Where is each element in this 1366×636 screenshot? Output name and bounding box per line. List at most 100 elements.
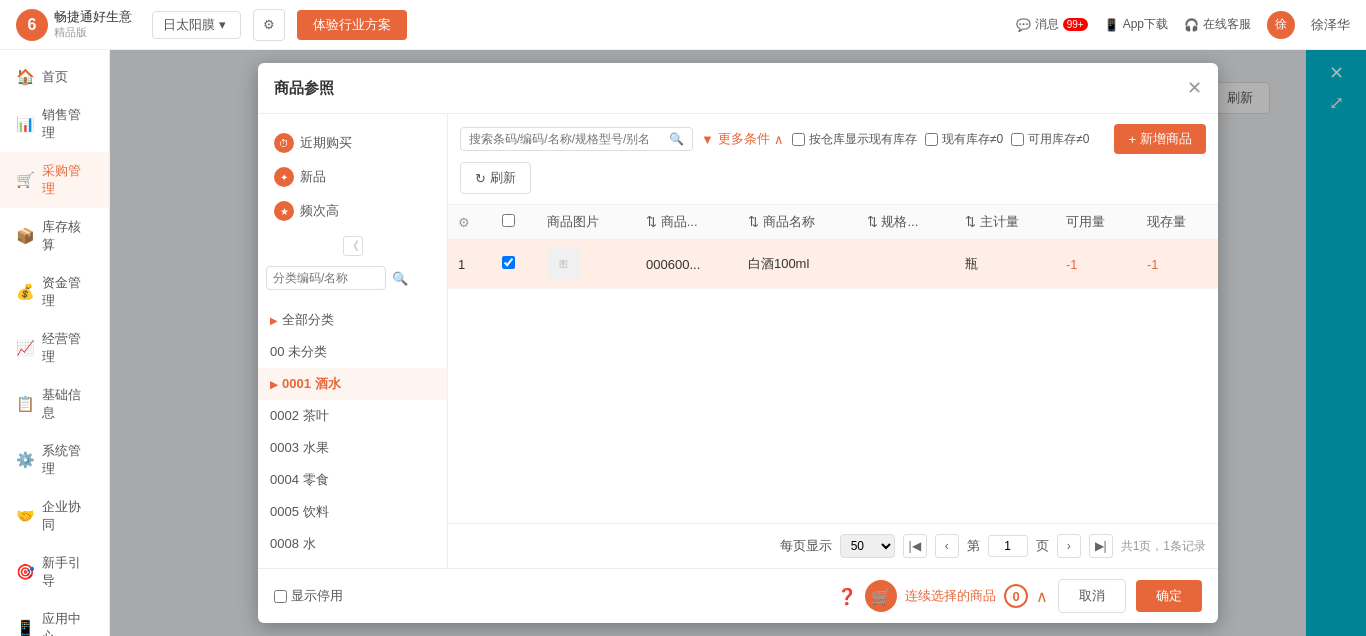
th-code[interactable]: ⇅ 商品... (636, 205, 738, 240)
stock-not-zero-checkbox[interactable] (925, 133, 938, 146)
sidebar-item-app[interactable]: 📱 应用中心 (0, 600, 109, 636)
chevron-down-icon: ▾ (219, 17, 226, 32)
quick-item-frequent[interactable]: ★ 频次高 (266, 194, 439, 228)
modal-header: 商品参照 ✕ (258, 63, 1218, 114)
th-stock: 现存量 (1137, 205, 1218, 240)
content-area: 查询 设置 刷新 ✕ ⤢ 商品参照 ✕ (110, 50, 1366, 636)
sidebar-item-finance[interactable]: 💰 资金管理 (0, 264, 109, 320)
cat-0008-label: 0008 水 (270, 535, 316, 553)
cat-0005-label: 0005 饮料 (270, 503, 329, 521)
table-row[interactable]: 1 图 (448, 240, 1218, 289)
refresh-icon: ↻ (475, 171, 486, 186)
cat-item-0003[interactable]: 0003 水果 (258, 432, 447, 464)
modal-close-icon[interactable]: ✕ (1187, 77, 1202, 99)
products-table: ⚙ 商品图片 ⇅ 商品... ⇅ 商品名称 (448, 205, 1218, 289)
online-service-label: 在线客服 (1203, 16, 1251, 33)
cat-item-0004[interactable]: 0004 零食 (258, 464, 447, 496)
cat-item-0005[interactable]: 0005 饮料 (258, 496, 447, 528)
modal-dialog: 商品参照 ✕ ⏱ 近期购买 ✦ 新 (258, 63, 1218, 623)
checkbox-available-not-zero[interactable]: 可用库存≠0 (1011, 131, 1089, 148)
th-name[interactable]: ⇅ 商品名称 (738, 205, 857, 240)
cat-item-0002[interactable]: 0002 茶叶 (258, 400, 447, 432)
search-icon[interactable]: 🔍 (669, 132, 684, 146)
th-spec[interactable]: ⇅ 规格... (857, 205, 955, 240)
available-not-zero-checkbox[interactable] (1011, 133, 1024, 146)
page-size-label: 每页显示 (780, 537, 832, 555)
collapse-panel-btn[interactable]: 《 (343, 236, 363, 256)
help-icon[interactable]: ❓ (837, 587, 857, 606)
filter-label: 更多条件 (718, 130, 770, 148)
column-settings-icon[interactable]: ⚙ (458, 215, 470, 230)
quick-item-recent[interactable]: ⏱ 近期购买 (266, 126, 439, 160)
search-input[interactable] (469, 132, 669, 146)
row-checkbox[interactable] (502, 256, 515, 269)
available-not-zero-label: 可用库存≠0 (1028, 131, 1089, 148)
sidebar-item-basic[interactable]: 📋 基础信息 (0, 376, 109, 432)
cart-collapse-icon[interactable]: ∧ (1036, 587, 1048, 606)
sidebar-item-purchase[interactable]: 🛒 采购管理 (0, 152, 109, 208)
product-thumbnail: 图 (547, 248, 579, 280)
checkbox-stock-not-zero[interactable]: 现有库存≠0 (925, 131, 1003, 148)
cat-item-0008[interactable]: 0008 水 (258, 528, 447, 560)
settings-btn[interactable]: ⚙ (253, 9, 285, 41)
category-panel: ⏱ 近期购买 ✦ 新品 ★ 频次高 (258, 114, 448, 568)
page-number-input[interactable] (988, 535, 1028, 557)
cat-item-00[interactable]: 00 未分类 (258, 336, 447, 368)
cat-item-all[interactable]: ▶ 全部分类 (258, 304, 447, 336)
online-service-btn[interactable]: 🎧 在线客服 (1184, 16, 1251, 33)
checkbox-by-warehouse[interactable]: 按仓库显示现有库存 (792, 131, 917, 148)
username-text: 徐泽华 (1311, 16, 1350, 34)
cancel-btn[interactable]: 取消 (1058, 579, 1126, 613)
td-spec (857, 240, 955, 289)
show-disabled-label[interactable]: 显示停用 (274, 587, 343, 605)
last-page-btn[interactable]: ▶| (1089, 534, 1113, 558)
sidebar-label-inventory: 库存核算 (42, 218, 93, 254)
total-info: 共1页，1条记录 (1121, 538, 1206, 555)
logo-text-area: 畅捷通好生意 精品版 (54, 9, 132, 41)
sidebar-label-sales: 销售管理 (42, 106, 93, 142)
cat-item-0001[interactable]: ▶ 0001 酒水 (258, 368, 447, 400)
quick-item-new[interactable]: ✦ 新品 (266, 160, 439, 194)
prev-page-btn[interactable]: ‹ (935, 534, 959, 558)
sidebar-item-enterprise[interactable]: 🤝 企业协同 (0, 488, 109, 544)
sidebar-item-inventory[interactable]: 📦 库存核算 (0, 208, 109, 264)
first-page-btn[interactable]: |◀ (903, 534, 927, 558)
cat-search-icon[interactable]: 🔍 (392, 271, 408, 286)
confirm-btn[interactable]: 确定 (1136, 580, 1202, 612)
product-toolbar: 🔍 ▼ 更多条件 ∧ 按仓库显示现有库存 (448, 114, 1218, 205)
td-unit: 瓶 (955, 240, 1056, 289)
page-label: 第 (967, 537, 980, 555)
by-warehouse-checkbox[interactable] (792, 133, 805, 146)
message-badge: 99+ (1063, 18, 1088, 31)
th-unit[interactable]: ⇅ 主计量 (955, 205, 1056, 240)
store-name: 日太阳膜 (163, 16, 215, 34)
filter-btn[interactable]: ▼ 更多条件 ∧ (701, 130, 784, 148)
user-name: 徐 (1275, 16, 1287, 33)
show-disabled-checkbox[interactable] (274, 590, 287, 603)
refresh-btn[interactable]: ↻ 刷新 (460, 162, 531, 194)
add-product-btn[interactable]: + 新增商品 (1114, 124, 1206, 154)
page-size-select[interactable]: 50 100 (840, 534, 895, 558)
cat-search-input[interactable] (266, 266, 386, 290)
sidebar-label-app: 应用中心 (42, 610, 93, 636)
select-all-checkbox[interactable] (502, 214, 515, 227)
stock-not-zero-label: 现有库存≠0 (942, 131, 1003, 148)
sidebar-item-home[interactable]: 🏠 首页 (0, 58, 109, 96)
sidebar-item-system[interactable]: ⚙️ 系统管理 (0, 432, 109, 488)
td-available: -1 (1056, 240, 1137, 289)
message-btn[interactable]: 💬 消息 99+ (1016, 16, 1088, 33)
all-arrow-icon: ▶ (270, 315, 278, 326)
sidebar-item-sales[interactable]: 📊 销售管理 (0, 96, 109, 152)
cart-icon[interactable]: 🛒 (865, 580, 897, 612)
sidebar-item-guide[interactable]: 🎯 新手引导 (0, 544, 109, 600)
sidebar-item-operation[interactable]: 📈 经营管理 (0, 320, 109, 376)
message-label: 消息 (1035, 16, 1059, 33)
filter-icon: ▼ (701, 132, 714, 147)
store-selector[interactable]: 日太阳膜 ▾ (152, 11, 241, 39)
trial-button[interactable]: 体验行业方案 (297, 10, 407, 40)
cat-0004-label: 0004 零食 (270, 471, 329, 489)
avatar[interactable]: 徐 (1267, 11, 1295, 39)
next-page-btn[interactable]: › (1057, 534, 1081, 558)
cat-item-0010[interactable]: 0010 家电 (258, 560, 447, 568)
app-download-btn[interactable]: 📱 App下载 (1104, 16, 1168, 33)
